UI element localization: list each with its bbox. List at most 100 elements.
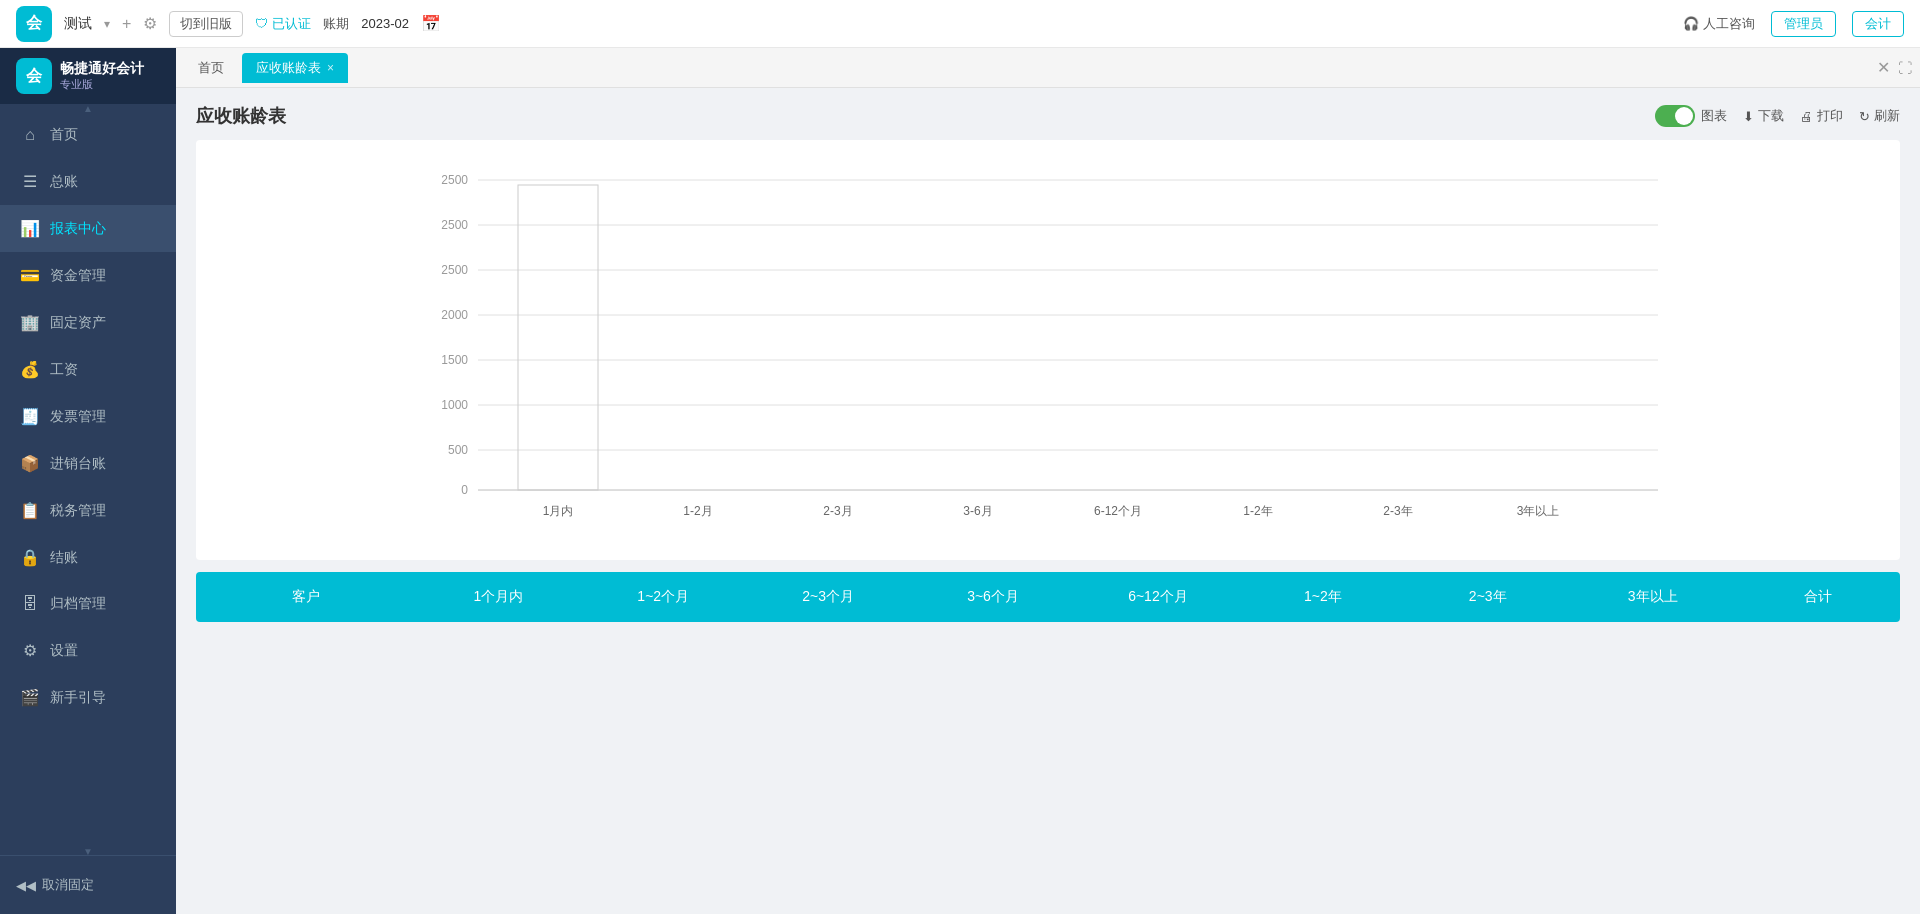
bar-chart: 2500 2500 2500 2000 1500 1000 500 0 xyxy=(216,160,1880,540)
svg-text:2500: 2500 xyxy=(441,173,468,187)
col-header-1m: 1个月内 xyxy=(416,572,581,622)
home-icon: ⌂ xyxy=(20,126,40,144)
download-icon: ⬇ xyxy=(1743,109,1754,124)
svg-rect-23 xyxy=(1218,360,1298,490)
wages-icon: 💰 xyxy=(20,360,40,379)
old-version-button[interactable]: 切到旧版 xyxy=(169,11,243,37)
sidebar-item-sales[interactable]: 📦 进销台账 xyxy=(0,440,176,487)
sidebar-item-label: 结账 xyxy=(50,549,78,567)
app-logo: 会 xyxy=(16,6,52,42)
logo-icon: 会 xyxy=(16,58,52,94)
workspace-chevron-icon[interactable]: ▾ xyxy=(104,17,110,31)
sidebar-item-funds[interactable]: 💳 资金管理 xyxy=(0,252,176,299)
admin-button[interactable]: 管理员 xyxy=(1771,11,1836,37)
page-content: 应收账龄表 图表 ⬇ 下载 🖨 打印 ↻ xyxy=(176,88,1920,914)
logo-sub: 专业版 xyxy=(60,77,144,92)
svg-text:0: 0 xyxy=(461,483,468,497)
svg-text:500: 500 xyxy=(448,443,468,457)
col-header-total: 合计 xyxy=(1735,572,1900,622)
sidebar-item-label: 税务管理 xyxy=(50,502,106,520)
tab-close-icon[interactable]: × xyxy=(327,61,334,75)
svg-rect-25 xyxy=(1498,340,1578,490)
scroll-indicator-bottom: ▼ xyxy=(0,847,176,855)
expand-icon[interactable]: ⛶ xyxy=(1898,60,1912,76)
svg-rect-21 xyxy=(938,385,1018,490)
svg-rect-20 xyxy=(798,182,878,490)
tab-home[interactable]: 首页 xyxy=(184,53,238,83)
col-header-2-3m: 2~3个月 xyxy=(746,572,911,622)
calendar-icon[interactable]: 📅 xyxy=(421,14,441,33)
pin-icon: ◀◀ xyxy=(16,878,36,893)
content-area: 首页 应收账龄表 × ✕ ⛶ 应收账龄表 图表 xyxy=(176,48,1920,914)
logo-text: 畅捷通好会计 xyxy=(60,60,144,77)
human-service-button[interactable]: 🎧 人工咨询 xyxy=(1683,15,1755,33)
sidebar-item-label: 归档管理 xyxy=(50,595,106,613)
toggle-switch[interactable] xyxy=(1655,105,1695,127)
sidebar-item-assets[interactable]: 🏢 固定资产 xyxy=(0,299,176,346)
refresh-icon: ↻ xyxy=(1859,109,1870,124)
sidebar-item-ledger[interactable]: ☰ 总账 xyxy=(0,158,176,205)
chart-toggle-label: 图表 xyxy=(1701,107,1727,125)
home-tab-label: 首页 xyxy=(198,59,224,77)
cancel-fixed-button[interactable]: ◀◀ 取消固定 xyxy=(0,866,176,904)
refresh-button[interactable]: ↻ 刷新 xyxy=(1859,107,1900,125)
scroll-indicator-top: ▲ xyxy=(0,104,176,112)
main-layout: 会 畅捷通好会计 专业版 ▲ ⌂ 首页 ☰ 总账 📊 报表中心 💳 xyxy=(0,48,1920,914)
col-header-1-2y: 1~2年 xyxy=(1240,572,1405,622)
certified-badge: 🛡 已认证 xyxy=(255,15,311,33)
tab-bar-right: ✕ ⛶ xyxy=(1877,58,1912,77)
add-workspace-icon[interactable]: + xyxy=(122,15,131,33)
sidebar-item-tax[interactable]: 📋 税务管理 xyxy=(0,487,176,534)
sidebar-item-label: 进销台账 xyxy=(50,455,106,473)
close-books-icon: 🔒 xyxy=(20,548,40,567)
period-label: 账期 xyxy=(323,15,349,33)
tax-icon: 📋 xyxy=(20,501,40,520)
period-value: 2023-02 xyxy=(361,16,409,31)
sidebar-item-label: 报表中心 xyxy=(50,220,106,238)
svg-text:3年以上: 3年以上 xyxy=(1517,504,1560,518)
sidebar-item-label: 工资 xyxy=(50,361,78,379)
shield-icon: 🛡 xyxy=(255,16,268,31)
svg-text:6-12个月: 6-12个月 xyxy=(1094,504,1142,518)
sidebar-item-label: 发票管理 xyxy=(50,408,106,426)
chart-toggle[interactable]: 图表 xyxy=(1655,105,1727,127)
svg-rect-18 xyxy=(518,185,598,490)
header-right: 🎧 人工咨询 管理员 会计 xyxy=(1683,11,1904,37)
sidebar-item-settings[interactable]: ⚙ 设置 xyxy=(0,627,176,674)
settings-icon[interactable]: ⚙ xyxy=(143,14,157,33)
logo-text-block: 畅捷通好会计 专业版 xyxy=(60,60,144,92)
col-header-customer: 客户 xyxy=(196,572,416,622)
settings-icon: ⚙ xyxy=(20,641,40,660)
close-panel-icon[interactable]: ✕ xyxy=(1877,58,1890,77)
col-header-2-3y: 2~3年 xyxy=(1405,572,1570,622)
sidebar: 会 畅捷通好会计 专业版 ▲ ⌂ 首页 ☰ 总账 📊 报表中心 💳 xyxy=(0,48,176,914)
print-button[interactable]: 🖨 打印 xyxy=(1800,107,1843,125)
sidebar-item-label: 首页 xyxy=(50,126,78,144)
svg-rect-22 xyxy=(1078,170,1158,490)
sidebar-item-archive[interactable]: 🗄 归档管理 xyxy=(0,581,176,627)
tab-aging-report[interactable]: 应收账龄表 × xyxy=(242,53,348,83)
sidebar-item-label: 固定资产 xyxy=(50,314,106,332)
sidebar-item-invoices[interactable]: 🧾 发票管理 xyxy=(0,393,176,440)
headset-icon: 🎧 xyxy=(1683,16,1699,31)
sidebar-item-close[interactable]: 🔒 结账 xyxy=(0,534,176,581)
sidebar-item-wages[interactable]: 💰 工资 xyxy=(0,346,176,393)
download-button[interactable]: ⬇ 下载 xyxy=(1743,107,1784,125)
sidebar-item-label: 总账 xyxy=(50,173,78,191)
sidebar-item-label: 设置 xyxy=(50,642,78,660)
svg-text:2-3月: 2-3月 xyxy=(823,504,852,518)
svg-text:1500: 1500 xyxy=(441,353,468,367)
sidebar-item-home[interactable]: ⌂ 首页 xyxy=(0,112,176,158)
accounting-button[interactable]: 会计 xyxy=(1852,11,1904,37)
funds-icon: 💳 xyxy=(20,266,40,285)
table-container: 客户 1个月内 1~2个月 2~3个月 3~6个月 6~12个月 1~2年 2~… xyxy=(196,572,1900,622)
sidebar-item-reports[interactable]: 📊 报表中心 xyxy=(0,205,176,252)
svg-text:3-6月: 3-6月 xyxy=(963,504,992,518)
invoices-icon: 🧾 xyxy=(20,407,40,426)
tab-bar: 首页 应收账龄表 × ✕ ⛶ xyxy=(176,48,1920,88)
sidebar-item-guide[interactable]: 🎬 新手引导 xyxy=(0,674,176,721)
sidebar-item-label: 资金管理 xyxy=(50,267,106,285)
print-icon: 🖨 xyxy=(1800,109,1813,124)
guide-icon: 🎬 xyxy=(20,688,40,707)
col-header-3-6m: 3~6个月 xyxy=(911,572,1076,622)
